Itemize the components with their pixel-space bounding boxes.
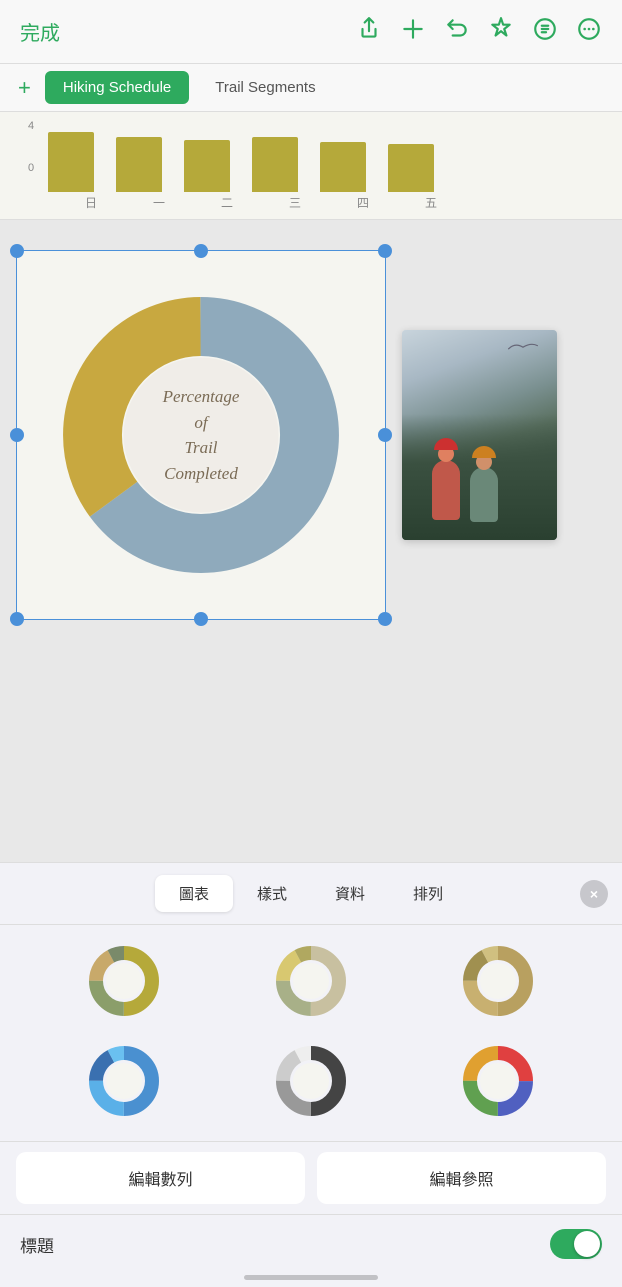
style-item-3[interactable] (415, 941, 582, 1021)
share-icon (356, 16, 382, 42)
bar-mon (116, 137, 162, 192)
tab-style[interactable]: 樣式 (233, 875, 311, 912)
handle-mid-left[interactable] (10, 428, 24, 442)
photo-thumbnail (402, 330, 557, 540)
action-row: 編輯數列 編輯參照 (0, 1142, 622, 1214)
add-button[interactable] (400, 16, 426, 48)
x-label-wed: 三 (272, 194, 318, 211)
pin-icon (488, 16, 514, 42)
bar-col-mon (116, 137, 162, 192)
undo-button[interactable] (444, 16, 470, 48)
bar-sun (48, 132, 94, 192)
toggle-thumb (574, 1231, 600, 1257)
more-button[interactable] (576, 16, 602, 48)
bar-col-tue (184, 140, 230, 192)
tab-hiking-schedule[interactable]: Hiking Schedule (45, 71, 189, 104)
chart-tabs: 圖表 樣式 資料 排列 × (0, 863, 622, 924)
format-icon (532, 16, 558, 42)
bar-thu (320, 142, 366, 192)
home-indicator (0, 1267, 622, 1284)
bar-chart-area: 4 0 (28, 120, 594, 192)
bar-col-thu (320, 142, 366, 192)
x-label-sun: 日 (68, 194, 114, 211)
tab-arrange[interactable]: 排列 (389, 875, 467, 912)
style-item-1[interactable] (40, 941, 207, 1021)
tab-chart[interactable]: 圖表 (155, 875, 233, 912)
edit-ref-button[interactable]: 編輯參照 (317, 1152, 606, 1204)
edit-series-button[interactable]: 編輯數列 (16, 1152, 305, 1204)
bar-wed (252, 137, 298, 192)
title-toggle[interactable] (550, 1229, 602, 1259)
handle-top-center[interactable] (194, 244, 208, 258)
handle-top-left[interactable] (10, 244, 24, 258)
x-label-tue: 二 (204, 194, 250, 211)
format-button[interactable] (532, 16, 558, 48)
bar-chart: 4 0 (0, 112, 622, 220)
toolbar-right (356, 16, 602, 48)
done-button[interactable]: 完成 (20, 17, 60, 46)
donut-chart-container[interactable]: PercentageofTrailCompleted (16, 250, 386, 620)
pin-button[interactable] (488, 16, 514, 48)
x-label-thu: 四 (340, 194, 386, 211)
bottom-panel: 圖表 樣式 資料 排列 × (0, 862, 622, 1284)
handle-bot-right[interactable] (378, 612, 392, 626)
home-bar (244, 1275, 378, 1280)
toolbar: 完成 (0, 0, 622, 64)
sheet-tabs: + Hiking Schedule Trail Segments (0, 64, 622, 112)
bar-col-sun (48, 132, 94, 192)
handle-bot-center[interactable] (194, 612, 208, 626)
style-donut-6 (458, 1041, 538, 1121)
style-donut-5 (271, 1041, 351, 1121)
y-label-4: 4 (28, 120, 34, 132)
canvas-area: 4 0 (0, 112, 622, 862)
more-icon (576, 16, 602, 42)
handle-mid-right[interactable] (378, 428, 392, 442)
undo-icon (444, 16, 470, 42)
title-row: 標題 (0, 1215, 622, 1267)
handle-bot-left[interactable] (10, 612, 24, 626)
style-donut-1 (84, 941, 164, 1021)
style-donut-4 (84, 1041, 164, 1121)
style-item-5[interactable] (227, 1041, 394, 1121)
x-label-mon: 一 (136, 194, 182, 211)
bars-row (48, 132, 594, 192)
add-sheet-button[interactable]: + (12, 75, 37, 101)
close-panel-button[interactable]: × (580, 880, 608, 908)
toolbar-left: 完成 (20, 17, 60, 46)
style-item-6[interactable] (415, 1041, 582, 1121)
share-button[interactable] (356, 16, 382, 48)
y-label-0: 0 (28, 162, 34, 174)
bar-tue (184, 140, 230, 192)
handle-top-right[interactable] (378, 244, 392, 258)
chart-section: PercentageofTrailCompleted (0, 220, 622, 640)
style-item-4[interactable] (40, 1041, 207, 1121)
donut-svg (46, 280, 356, 590)
style-donut-2 (271, 941, 351, 1021)
tab-trail-segments[interactable]: Trail Segments (197, 71, 333, 104)
x-label-fri: 五 (408, 194, 454, 211)
donut-styles-grid (0, 925, 622, 1141)
bar-col-fri (388, 144, 434, 192)
bird-icon (507, 340, 539, 356)
photo-image (402, 330, 557, 540)
bar-fri (388, 144, 434, 192)
style-item-2[interactable] (227, 941, 394, 1021)
plus-icon (400, 16, 426, 42)
style-donut-3 (458, 941, 538, 1021)
bar-x-labels: 日 一 二 三 四 五 (68, 192, 594, 211)
tab-data[interactable]: 資料 (311, 875, 389, 912)
title-label: 標題 (20, 1232, 54, 1257)
bar-col-wed (252, 137, 298, 192)
